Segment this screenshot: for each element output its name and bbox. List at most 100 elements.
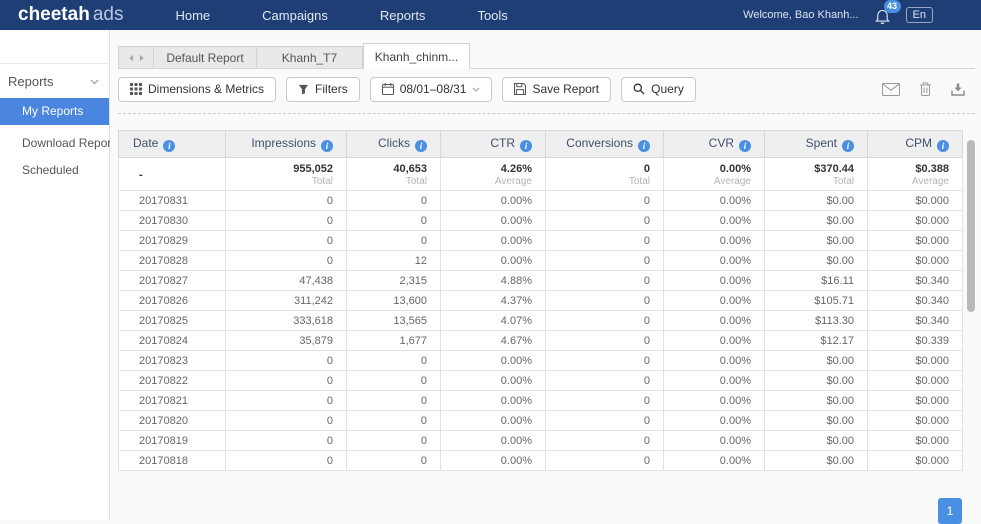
sidebar-item-scheduled[interactable]: Scheduled <box>0 158 109 182</box>
sidebar-item-download-report[interactable]: Download Report <box>0 131 115 155</box>
column-header-cvr[interactable]: CVR i <box>663 130 765 158</box>
user-menu[interactable]: Welcome, Bao Khanh... <box>743 9 858 21</box>
info-icon[interactable]: i <box>520 140 532 152</box>
value-cell: 0 <box>225 230 347 251</box>
value-cell: 0.00% <box>663 210 765 231</box>
total-cell: 40,653 Total <box>346 157 441 191</box>
nav-campaigns[interactable]: Campaigns <box>262 8 328 23</box>
value-cell: $0.340 <box>867 290 963 311</box>
save-icon <box>514 83 527 95</box>
column-header-impressions[interactable]: Impressions i <box>225 130 347 158</box>
table-row: 20170829 0 0 0.00% 0 0.00% $0.00 $0.000 <box>118 230 963 251</box>
column-header-clicks[interactable]: Clicks i <box>346 130 441 158</box>
info-icon[interactable]: i <box>842 140 854 152</box>
table-row: 20170820 0 0 0.00% 0 0.00% $0.00 $0.000 <box>118 410 963 431</box>
value-cell: 0 <box>545 190 664 211</box>
value-cell: $0.00 <box>764 390 868 411</box>
filters-button[interactable]: Filters <box>286 76 360 102</box>
sidebar-item-my-reports[interactable]: My Reports <box>0 98 109 125</box>
value-cell: 0.00% <box>440 370 546 391</box>
value-cell: $16.11 <box>764 270 868 291</box>
language-button[interactable]: En <box>905 7 933 23</box>
trash-icon[interactable] <box>919 82 932 96</box>
date-range-button[interactable]: 08/01–08/31 <box>369 76 493 102</box>
column-header-spent[interactable]: Spent i <box>764 130 868 158</box>
value-cell: 0 <box>346 210 441 231</box>
table-row: 20170823 0 0 0.00% 0 0.00% $0.00 $0.000 <box>118 350 963 371</box>
brand-logo[interactable]: cheetah ads <box>18 0 123 30</box>
tab-khanh-t7[interactable]: Khanh_T7 <box>257 46 363 68</box>
info-icon[interactable]: i <box>739 140 751 152</box>
value-cell: 0 <box>545 410 664 431</box>
report-table: Date i Impressions i Clicks i CTR i Conversions i… <box>118 130 963 471</box>
nav-home[interactable]: Home <box>175 8 210 23</box>
value-cell: 0.00% <box>663 290 765 311</box>
save-report-button[interactable]: Save Report <box>502 76 612 102</box>
date-cell: 20170828 <box>118 250 226 271</box>
column-header-ctr[interactable]: CTR i <box>440 130 546 158</box>
nav-reports[interactable]: Reports <box>380 8 426 23</box>
sidebar: Reports My Reports Download Report Sched… <box>0 30 115 520</box>
column-label: Date <box>133 136 159 150</box>
value-cell: 0 <box>346 370 441 391</box>
value-cell: $0.00 <box>764 350 868 371</box>
table-row: 20170818 0 0 0.00% 0 0.00% $0.00 $0.000 <box>118 450 963 471</box>
value-cell: 0 <box>545 430 664 451</box>
column-label: Spent <box>805 136 837 150</box>
value-cell: $0.000 <box>867 210 963 231</box>
value-cell: 0 <box>545 330 664 351</box>
column-header-cpm[interactable]: CPM i <box>867 130 963 158</box>
value-cell: $0.00 <box>764 430 868 451</box>
value-cell: 4.67% <box>440 330 546 351</box>
value-cell: $0.340 <box>867 310 963 331</box>
tab-next-button[interactable] <box>139 54 145 62</box>
dimensions-metrics-button[interactable]: Dimensions & Metrics <box>118 76 277 102</box>
value-cell: $0.00 <box>764 210 868 231</box>
sidebar-divider <box>0 63 109 64</box>
tab-scroll-arrows <box>118 46 154 68</box>
table-scrollbar[interactable] <box>967 131 976 483</box>
main-nav: Home Campaigns Reports Tools <box>175 8 507 23</box>
nav-tools[interactable]: Tools <box>477 8 507 23</box>
content: Default Report Khanh_T7 Khanh_chinm... D… <box>110 30 981 524</box>
column-header-date[interactable]: Date i <box>118 130 226 158</box>
query-button[interactable]: Query <box>621 76 696 102</box>
value-cell: 0.00% <box>440 410 546 431</box>
info-icon[interactable]: i <box>321 140 333 152</box>
column-label: Conversions <box>566 136 633 150</box>
date-cell: 20170826 <box>118 290 226 311</box>
sidebar-section-label: Reports <box>8 74 54 89</box>
tab-default-report[interactable]: Default Report <box>154 46 257 68</box>
value-cell: 13,565 <box>346 310 441 331</box>
mail-icon[interactable] <box>882 82 900 96</box>
table-row: 20170824 35,879 1,677 4.67% 0 0.00% $12.17 $0.3… <box>118 330 963 351</box>
sidebar-section-reports[interactable]: Reports <box>8 74 99 89</box>
date-cell: 20170830 <box>118 210 226 231</box>
scrollbar-thumb[interactable] <box>967 140 975 312</box>
value-cell: $113.30 <box>764 310 868 331</box>
value-cell: 0.00% <box>663 450 765 471</box>
value-cell: $0.00 <box>764 410 868 431</box>
download-icon[interactable] <box>951 83 965 96</box>
value-cell: 333,618 <box>225 310 347 331</box>
column-header-conversions[interactable]: Conversions i <box>545 130 664 158</box>
brand-bold: cheetah <box>18 4 90 25</box>
value-cell: $0.000 <box>867 430 963 451</box>
info-icon[interactable]: i <box>937 140 949 152</box>
value-cell: 13,600 <box>346 290 441 311</box>
page-1-button[interactable]: 1 <box>938 498 962 524</box>
value-cell: 0 <box>225 450 347 471</box>
topbar-right: Welcome, Bao Khanh... 43 En <box>743 0 933 25</box>
value-cell: 0.00% <box>663 190 765 211</box>
tab-khanh-chinm[interactable]: Khanh_chinm... <box>363 43 470 69</box>
info-icon[interactable]: i <box>415 140 427 152</box>
topbar: cheetah ads Home Campaigns Reports Tools … <box>0 0 981 30</box>
info-icon[interactable]: i <box>163 140 176 152</box>
tab-prev-button[interactable] <box>128 54 134 62</box>
notifications-button[interactable]: 43 <box>874 0 901 25</box>
notification-badge: 43 <box>883 0 901 13</box>
value-cell: 0 <box>346 350 441 371</box>
value-cell: $0.00 <box>764 450 868 471</box>
value-cell: $0.000 <box>867 250 963 271</box>
info-icon[interactable]: i <box>638 140 650 152</box>
